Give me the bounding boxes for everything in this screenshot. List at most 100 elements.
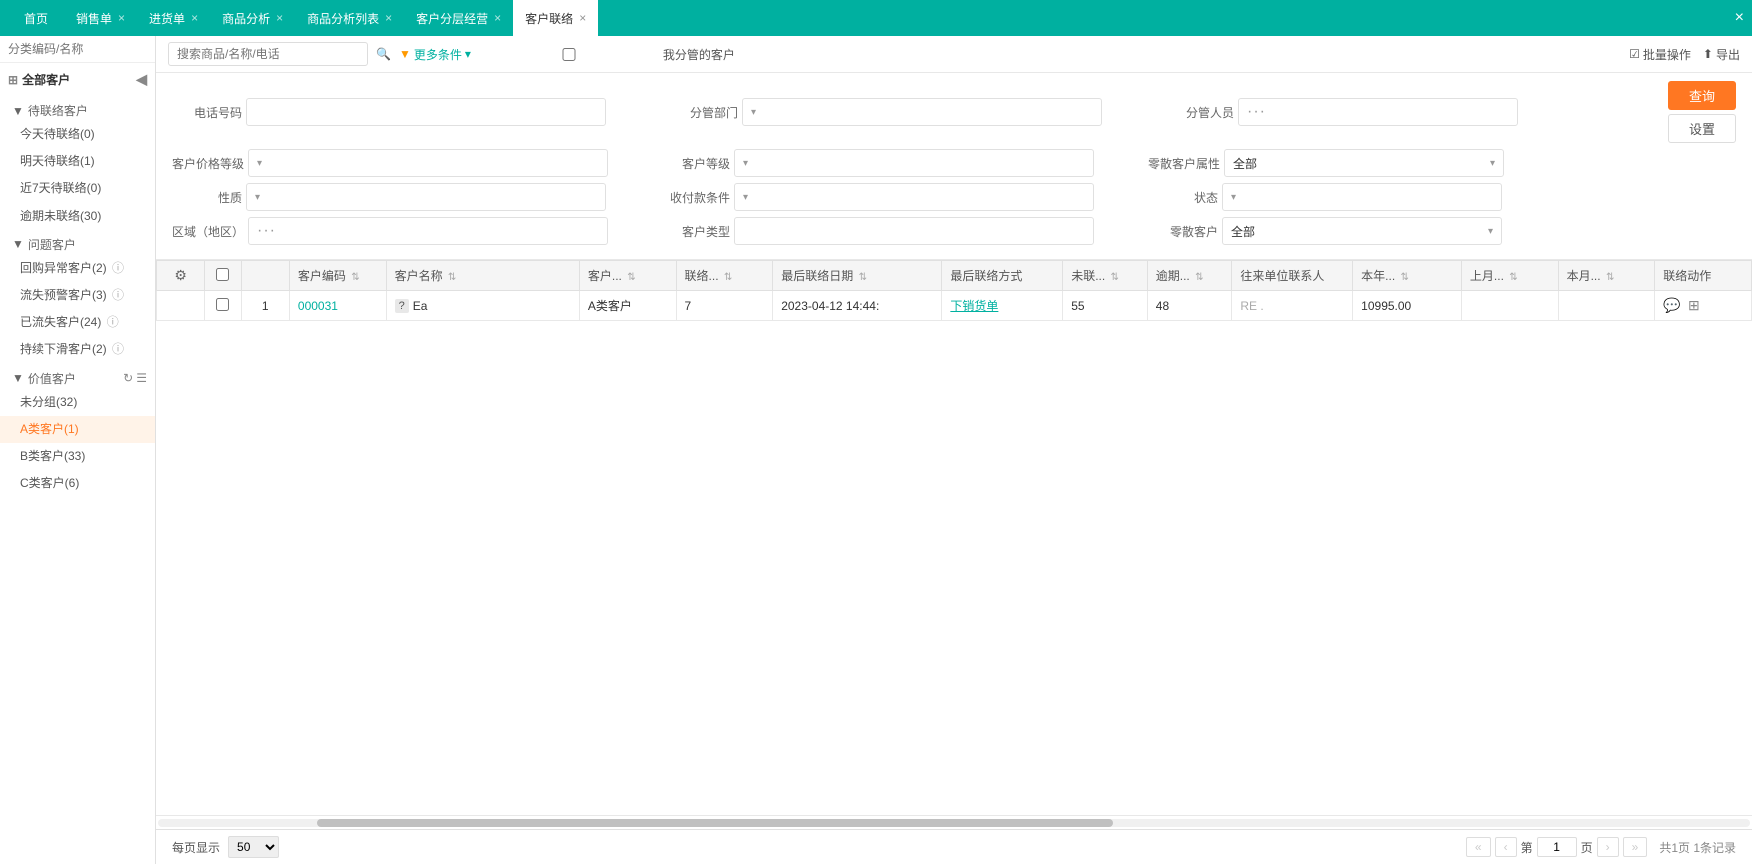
sidebar-item-class-c[interactable]: C类客户(6) — [0, 470, 155, 497]
sidebar-item-lost-label: 已流失客户(24) — [20, 315, 101, 329]
close-all-button[interactable]: × — [1735, 9, 1744, 27]
col-last-date-sort-icon[interactable]: ⇅ — [859, 272, 867, 283]
tab-customer-tier-close[interactable]: × — [494, 11, 501, 25]
filter-nature: 性质 ▾ — [172, 183, 652, 211]
sidebar-item-lost-pre[interactable]: 流失预警客户(3) ⓘ — [0, 282, 155, 309]
tab-analysis-list[interactable]: 商品分析列表 × — [295, 0, 404, 36]
tab-customer-tier[interactable]: 客户分层经营 × — [404, 0, 513, 36]
nature-select[interactable]: ▾ — [246, 183, 606, 211]
row-checkbox[interactable] — [216, 298, 229, 311]
sidebar-item-keep-declining[interactable]: 持续下滑客户(2) ⓘ — [0, 336, 155, 363]
price-level-select[interactable]: ▾ — [248, 149, 608, 177]
refresh-icon[interactable]: ↻ — [123, 371, 133, 385]
col-code-sort-icon[interactable]: ⇅ — [351, 272, 359, 283]
tab-analysis[interactable]: 商品分析 × — [210, 0, 295, 36]
sidebar-group-pending[interactable]: ▼ 待联络客户 — [0, 96, 155, 121]
manager-select[interactable]: ··· — [1238, 98, 1518, 126]
col-name-header[interactable]: 客户名称 ⇅ — [386, 261, 579, 291]
col-this-month-sort-icon[interactable]: ⇅ — [1606, 272, 1614, 283]
last-page-button[interactable]: » — [1623, 837, 1648, 857]
tab-sales[interactable]: 销售单 × — [64, 0, 137, 36]
query-button[interactable]: 查询 — [1668, 81, 1736, 110]
col-this-month-header[interactable]: 本月... ⇅ — [1558, 261, 1655, 291]
tab-purchase[interactable]: 进货单 × — [137, 0, 210, 36]
sidebar-item-keep-declining-label: 持续下滑客户(2) — [20, 342, 107, 356]
search-input[interactable] — [168, 42, 368, 66]
row-last-method[interactable]: 下销货单 — [942, 291, 1063, 321]
col-no-contact-sort-icon[interactable]: ⇅ — [1111, 272, 1119, 283]
col-code-header[interactable]: 客户编码 ⇅ — [289, 261, 386, 291]
tab-purchase-close[interactable]: × — [191, 11, 198, 25]
col-overdue-sort-icon[interactable]: ⇅ — [1195, 272, 1203, 283]
row-code[interactable]: 000031 — [289, 291, 386, 321]
batch-ops-icon: ☑ — [1629, 47, 1640, 61]
page-input[interactable] — [1537, 837, 1577, 857]
sidebar-item-tomorrow[interactable]: 明天待联络(1) — [0, 148, 155, 175]
add-group-icon[interactable]: ☰ — [136, 371, 147, 385]
export-button[interactable]: ⬆ 导出 — [1703, 46, 1740, 63]
page-size-select[interactable]: 50 10 20 100 — [228, 836, 279, 858]
col-this-year-header[interactable]: 本年... ⇅ — [1353, 261, 1462, 291]
col-contact-header[interactable]: 联络... ⇅ — [676, 261, 773, 291]
search-icon[interactable]: 🔍 — [376, 47, 391, 61]
dept-select[interactable]: ▾ — [742, 98, 1102, 126]
tab-sales-label: 销售单 — [76, 10, 112, 27]
scattered-select[interactable]: 全部 ▾ — [1222, 217, 1502, 245]
col-settings-header[interactable]: ⚙ — [157, 261, 205, 291]
select-all-checkbox[interactable] — [216, 268, 229, 281]
filter-scattered: 零散客户 全部 ▾ — [1148, 217, 1628, 245]
col-last-method-header: 最后联络方式 — [942, 261, 1063, 291]
col-customer-type-sort-icon[interactable]: ⇅ — [627, 272, 635, 283]
col-this-year-sort-icon[interactable]: ⇅ — [1401, 272, 1409, 283]
row-check[interactable] — [205, 291, 241, 321]
sidebar-item-class-b[interactable]: B类客户(33) — [0, 443, 155, 470]
tab-home[interactable]: 首页 — [8, 0, 64, 36]
settings-button[interactable]: 设置 — [1668, 114, 1736, 143]
first-page-button[interactable]: « — [1466, 837, 1491, 857]
region-select[interactable]: ··· — [248, 217, 608, 245]
collapse-icon[interactable]: ◀ — [136, 71, 147, 88]
sidebar-item-overdue[interactable]: 逾期未联络(30) — [0, 203, 155, 230]
payment-select[interactable]: ▾ — [734, 183, 1094, 211]
sidebar-item-unclassified[interactable]: 未分组(32) — [0, 389, 155, 416]
col-last-date-header[interactable]: 最后联络日期 ⇅ — [773, 261, 942, 291]
col-last-month-header[interactable]: 上月... ⇅ — [1461, 261, 1558, 291]
sidebar-all-customers[interactable]: ⊞ 全部客户 ◀ — [0, 63, 155, 96]
sidebar-item-repeat-abnormal[interactable]: 回购异常客户(2) ⓘ — [0, 255, 155, 282]
batch-ops-button[interactable]: ☑ 批量操作 — [1629, 46, 1691, 63]
tab-analysis-list-close[interactable]: × — [385, 11, 392, 25]
col-last-month-sort-icon[interactable]: ⇅ — [1509, 272, 1517, 283]
sidebar-item-class-a[interactable]: A类客户(1) — [0, 416, 155, 443]
col-customer-type-header[interactable]: 客户... ⇅ — [579, 261, 676, 291]
col-no-contact-header[interactable]: 未联... ⇅ — [1063, 261, 1148, 291]
col-overdue-header[interactable]: 逾期... ⇅ — [1147, 261, 1232, 291]
more-conditions-button[interactable]: ▼ 更多条件 ▾ — [399, 46, 471, 63]
scrollbar-thumb[interactable] — [317, 819, 1113, 827]
sidebar-item-7days[interactable]: 近7天待联络(0) — [0, 175, 155, 202]
col-contact-sort-icon[interactable]: ⇅ — [724, 272, 732, 283]
scattered-attr-select[interactable]: 全部 ▾ — [1224, 149, 1504, 177]
next-page-button[interactable]: › — [1597, 837, 1619, 857]
customer-level-select[interactable]: ▾ — [734, 149, 1094, 177]
prev-page-button[interactable]: ‹ — [1495, 837, 1517, 857]
sidebar-item-today[interactable]: 今天待联络(0) — [0, 121, 155, 148]
my-customers-checkbox[interactable] — [479, 48, 659, 61]
comment-icon[interactable]: 💬 — [1663, 297, 1680, 313]
col-prev-contact-label: 往来单位联系人 — [1240, 269, 1324, 283]
sidebar-search-input[interactable] — [8, 42, 156, 56]
phone-input[interactable] — [246, 98, 606, 126]
status-select[interactable]: ▾ — [1222, 183, 1502, 211]
sidebar-item-lost[interactable]: 已流失客户(24) ⓘ — [0, 309, 155, 336]
customer-type-input[interactable] — [734, 217, 1094, 245]
col-name-sort-icon[interactable]: ⇅ — [448, 272, 456, 283]
settings-gear-icon[interactable]: ⚙ — [174, 267, 187, 283]
col-check-header[interactable] — [205, 261, 241, 291]
tab-sales-close[interactable]: × — [118, 11, 125, 25]
tab-analysis-close[interactable]: × — [276, 11, 283, 25]
sidebar-group-value[interactable]: ▼ 价值客户 ↻ ☰ — [0, 364, 155, 389]
grid-action-icon[interactable]: ⊞ — [1688, 297, 1700, 313]
customer-name-cell: ? Ea — [395, 299, 571, 313]
tab-customer-contact[interactable]: 客户联络 × — [513, 0, 598, 36]
sidebar-group-problem[interactable]: ▼ 问题客户 — [0, 230, 155, 255]
tab-customer-contact-close[interactable]: × — [579, 11, 586, 25]
